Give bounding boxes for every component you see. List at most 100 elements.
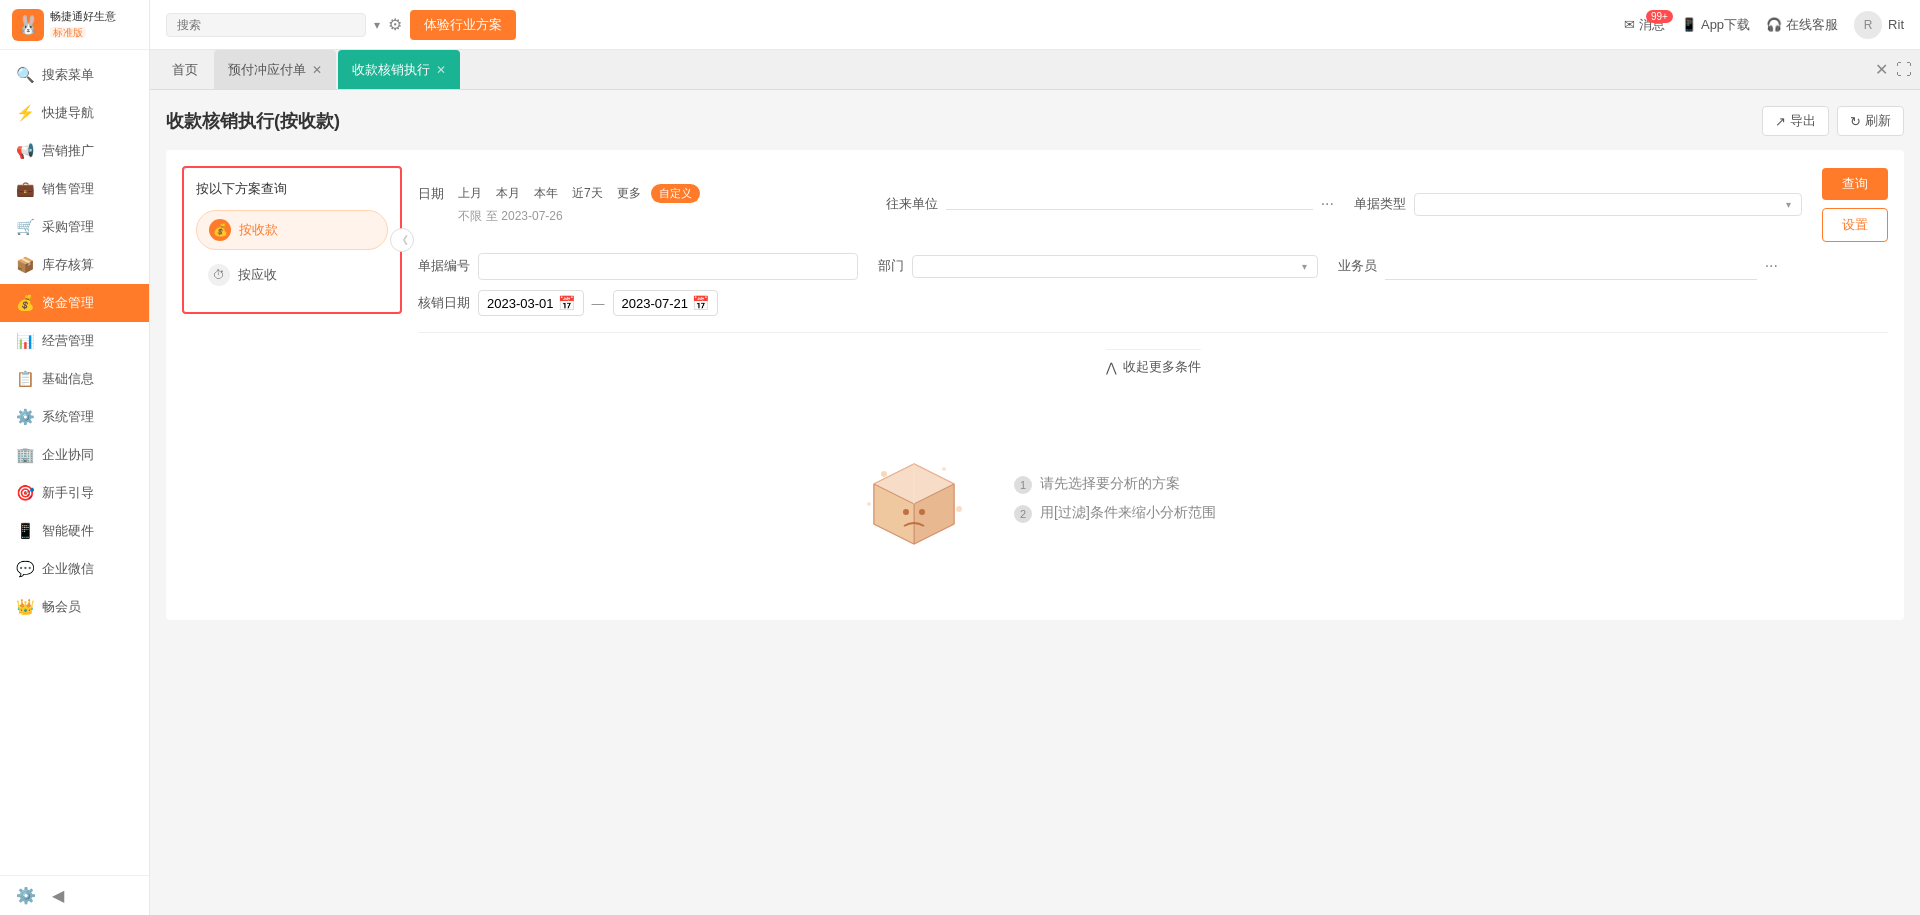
vip-icon: 👑: [16, 598, 34, 616]
top-header: ▾ ⚙ 体验行业方案 ✉ 消息 99+ 📱 App下载 🎧 在线客服 R Rit: [150, 0, 1920, 50]
verify-date-start-cal-icon[interactable]: 📅: [558, 295, 575, 311]
collapse-sidebar-icon[interactable]: ◀: [52, 886, 64, 905]
sidebar-label-marketing: 营销推广: [42, 142, 94, 160]
settings-bottom-icon[interactable]: ⚙️: [16, 886, 36, 905]
sidebar-item-sales[interactable]: 💼 销售管理: [0, 170, 149, 208]
header-right: ✉ 消息 99+ 📱 App下载 🎧 在线客服 R Rit: [1624, 11, 1904, 39]
date-unlimited-row: 不限 至 2023-07-26: [458, 208, 866, 225]
page-actions: ↗ 导出 ↻ 刷新: [1762, 106, 1904, 136]
sidebar-item-vip[interactable]: 👑 畅会员: [0, 588, 149, 626]
business-group: 业务员 ···: [1338, 252, 1778, 280]
header-gear-icon[interactable]: ⚙: [388, 15, 402, 34]
sidebar-item-marketing[interactable]: 📢 营销推广: [0, 132, 149, 170]
filter-by-collect[interactable]: 💰 按收款: [196, 210, 388, 250]
svg-point-4: [903, 509, 909, 515]
verify-date-end-input[interactable]: 2023-07-21 📅: [613, 290, 719, 316]
sidebar-label-quick: 快捷导航: [42, 104, 94, 122]
order-no-input[interactable]: [478, 253, 858, 280]
sidebar-nav: 🔍 搜索菜单 ⚡ 快捷导航 📢 营销推广 💼 销售管理 🛒 采购管理 📦 库存核…: [0, 50, 149, 875]
collapse-more-label: 收起更多条件: [1123, 358, 1201, 376]
sidebar-item-system[interactable]: ⚙️ 系统管理: [0, 398, 149, 436]
sidebar-label-guide: 新手引导: [42, 484, 94, 502]
tab-close-all-button[interactable]: ✕: [1875, 60, 1888, 79]
app-download-button[interactable]: 📱 App下载: [1681, 16, 1750, 34]
sidebar-item-operation[interactable]: 📊 经营管理: [0, 322, 149, 360]
empty-step-2: 2 用[过滤]条件来缩小分析范围: [1014, 504, 1216, 523]
tab-bar-actions: ✕ ⛶: [1875, 60, 1912, 79]
finance-icon: 💰: [16, 294, 34, 312]
shortcut-7days[interactable]: 近7天: [568, 183, 607, 204]
sidebar-item-purchase[interactable]: 🛒 采购管理: [0, 208, 149, 246]
sidebar-label-system: 系统管理: [42, 408, 94, 426]
refresh-icon: ↻: [1850, 114, 1861, 129]
sidebar-item-quick[interactable]: ⚡ 快捷导航: [0, 94, 149, 132]
export-icon: ↗: [1775, 114, 1786, 129]
sidebar-item-inventory[interactable]: 📦 库存核算: [0, 246, 149, 284]
tab-prepay[interactable]: 预付冲应付单 ✕: [214, 50, 336, 89]
step-2-text: 用[过滤]条件来缩小分析范围: [1040, 504, 1216, 522]
purchase-icon: 🛒: [16, 218, 34, 236]
filter-by-receivable[interactable]: ⏱ 按应收: [196, 256, 388, 294]
sidebar-item-guide[interactable]: 🎯 新手引导: [0, 474, 149, 512]
date-shortcuts: 上月 本月 本年 近7天 更多 自定义: [454, 183, 700, 204]
shortcut-this-year[interactable]: 本年: [530, 183, 562, 204]
search-chevron-icon[interactable]: ▾: [374, 18, 380, 32]
svg-point-7: [881, 471, 887, 477]
tab-home[interactable]: 首页: [158, 50, 212, 89]
avatar: R: [1854, 11, 1882, 39]
department-select[interactable]: ▾: [912, 255, 1318, 278]
empty-illustration: 1 请先选择要分析的方案 2 用[过滤]条件来缩小分析范围: [854, 444, 1216, 564]
service-label: 在线客服: [1786, 16, 1838, 34]
sidebar-collapse-button[interactable]: 《: [390, 228, 414, 252]
tab-prepay-label: 预付冲应付单: [228, 61, 306, 79]
sidebar-label-operation: 经营管理: [42, 332, 94, 350]
step-1-num: 1: [1014, 476, 1032, 494]
sidebar: 🐰 畅捷通好生意 标准版 🔍 搜索菜单 ⚡ 快捷导航 📢 营销推广 💼 销售管理…: [0, 0, 150, 915]
empty-cube-svg: [854, 444, 974, 564]
content-panel: 按以下方案查询 💰 按收款 ⏱ 按应收 《: [166, 150, 1904, 620]
filter-sidebar: 按以下方案查询 💰 按收款 ⏱ 按应收 《: [182, 166, 402, 314]
user-area[interactable]: R Rit: [1854, 11, 1904, 39]
department-group: 部门 ▾: [878, 255, 1318, 278]
sidebar-label-base: 基础信息: [42, 370, 94, 388]
collapse-more-button[interactable]: ⋀ 收起更多条件: [1106, 349, 1201, 384]
header-search-input[interactable]: [166, 13, 366, 37]
sidebar-item-wechat[interactable]: 💬 企业微信: [0, 550, 149, 588]
sidebar-item-base[interactable]: 📋 基础信息: [0, 360, 149, 398]
sidebar-item-enterprise[interactable]: 🏢 企业协同: [0, 436, 149, 474]
tab-collect-close-icon[interactable]: ✕: [436, 63, 446, 77]
order-type-select[interactable]: ▾: [1414, 193, 1802, 216]
industry-solution-button[interactable]: 体验行业方案: [410, 10, 516, 40]
counterpart-dots-icon[interactable]: ···: [1321, 195, 1334, 213]
step-1-text: 请先选择要分析的方案: [1040, 475, 1180, 493]
shortcut-more[interactable]: 更多: [613, 183, 645, 204]
tab-collect[interactable]: 收款核销执行 ✕: [338, 50, 460, 89]
verify-date-end-cal-icon[interactable]: 📅: [692, 295, 709, 311]
filter-sidebar-title: 按以下方案查询: [196, 180, 388, 198]
shortcut-last-month[interactable]: 上月: [454, 183, 486, 204]
export-button[interactable]: ↗ 导出: [1762, 106, 1829, 136]
business-dots-icon[interactable]: ···: [1765, 257, 1778, 275]
tab-expand-button[interactable]: ⛶: [1896, 61, 1912, 79]
shortcut-custom[interactable]: 自定义: [651, 184, 700, 203]
sidebar-item-finance[interactable]: 💰 资金管理: [0, 284, 149, 322]
empty-text: 1 请先选择要分析的方案 2 用[过滤]条件来缩小分析范围: [1014, 475, 1216, 533]
message-button[interactable]: ✉ 消息 99+: [1624, 16, 1665, 34]
tab-home-label: 首页: [172, 61, 198, 79]
shortcut-this-month[interactable]: 本月: [492, 183, 524, 204]
settings-button[interactable]: 设置: [1822, 208, 1888, 242]
sidebar-label-hardware: 智能硬件: [42, 522, 94, 540]
verify-date-label: 核销日期: [418, 294, 470, 312]
svg-point-8: [942, 467, 946, 471]
order-type-group: 单据类型 ▾: [1354, 193, 1802, 216]
counterpart-input-area: [946, 199, 1313, 210]
tab-prepay-close-icon[interactable]: ✕: [312, 63, 322, 77]
page-title: 收款核销执行(按收款): [166, 109, 340, 133]
sidebar-item-search[interactable]: 🔍 搜索菜单: [0, 56, 149, 94]
online-service-button[interactable]: 🎧 在线客服: [1766, 16, 1838, 34]
sidebar-item-hardware[interactable]: 📱 智能硬件: [0, 512, 149, 550]
order-no-group: 单据编号: [418, 253, 858, 280]
verify-date-start-input[interactable]: 2023-03-01 📅: [478, 290, 584, 316]
refresh-button[interactable]: ↻ 刷新: [1837, 106, 1904, 136]
query-button[interactable]: 查询: [1822, 168, 1888, 200]
